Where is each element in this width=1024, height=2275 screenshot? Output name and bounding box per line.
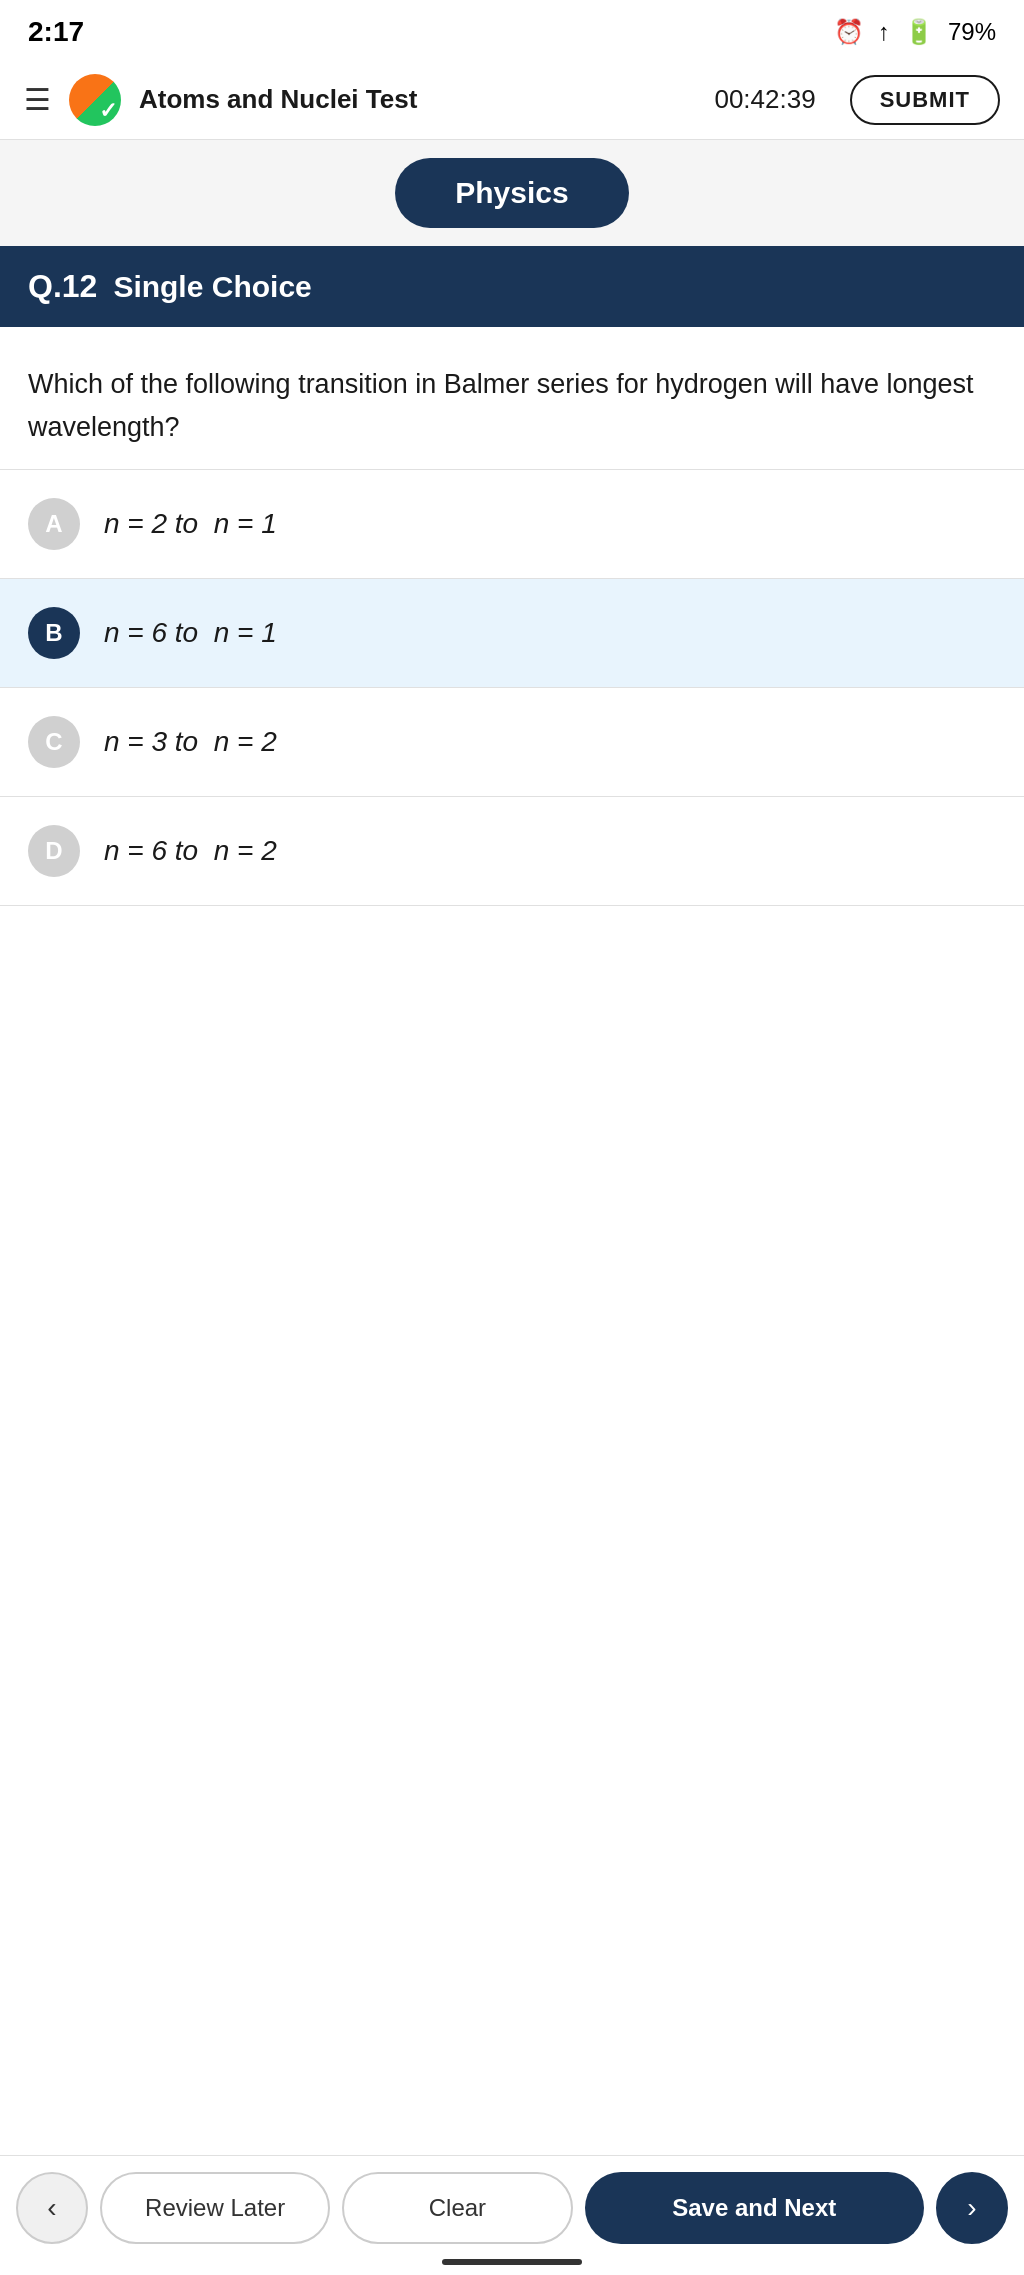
test-title: Atoms and Nuclei Test [139,84,696,115]
option-a-text: n = 2 to n = 1 [104,508,277,540]
clear-button[interactable]: Clear [342,2172,572,2244]
battery-percent: 79% [948,18,996,46]
physics-tab[interactable]: Physics [395,158,628,228]
battery-icon: 🔋 [904,18,934,46]
question-header: Q.12 Single Choice [0,246,1024,327]
content-spacer [0,906,1024,1806]
bottom-nav: ‹ Review Later Clear Save and Next › [0,2155,1024,2275]
option-a-badge: A [28,498,80,550]
question-type: Single Choice [113,270,311,304]
review-later-button[interactable]: Review Later [100,2172,330,2244]
timer-display: 00:42:39 [714,84,815,115]
question-text: Which of the following transition in Bal… [28,363,996,449]
alarm-icon: ⏰ [834,18,864,46]
status-time: 2:17 [28,16,84,48]
option-c-text: n = 3 to n = 2 [104,726,277,758]
arrow-up-icon: ↑ [878,18,890,46]
status-bar: 2:17 ⏰ ↑ 🔋 79% [0,0,1024,60]
save-next-button[interactable]: Save and Next [585,2172,924,2244]
bottom-home-indicator [442,2259,582,2265]
hamburger-icon[interactable]: ☰ [24,82,51,117]
option-a[interactable]: A n = 2 to n = 1 [0,470,1024,579]
prev-button[interactable]: ‹ [16,2172,88,2244]
option-c[interactable]: C n = 3 to n = 2 [0,688,1024,797]
option-d[interactable]: D n = 6 to n = 2 [0,797,1024,906]
options-container: A n = 2 to n = 1 B n = 6 to n = 1 C n = … [0,470,1024,906]
subject-tab-container: Physics [0,140,1024,246]
question-number: Q.12 [28,268,97,305]
option-c-badge: C [28,716,80,768]
app-logo [69,74,121,126]
next-button[interactable]: › [936,2172,1008,2244]
submit-button[interactable]: SUBMIT [850,75,1000,125]
app-header: ☰ Atoms and Nuclei Test 00:42:39 SUBMIT [0,60,1024,140]
option-b[interactable]: B n = 6 to n = 1 [0,579,1024,688]
option-b-badge: B [28,607,80,659]
option-b-text: n = 6 to n = 1 [104,617,277,649]
question-content: Which of the following transition in Bal… [0,327,1024,470]
status-icons: ⏰ ↑ 🔋 79% [834,18,996,46]
option-d-text: n = 6 to n = 2 [104,835,277,867]
option-d-badge: D [28,825,80,877]
